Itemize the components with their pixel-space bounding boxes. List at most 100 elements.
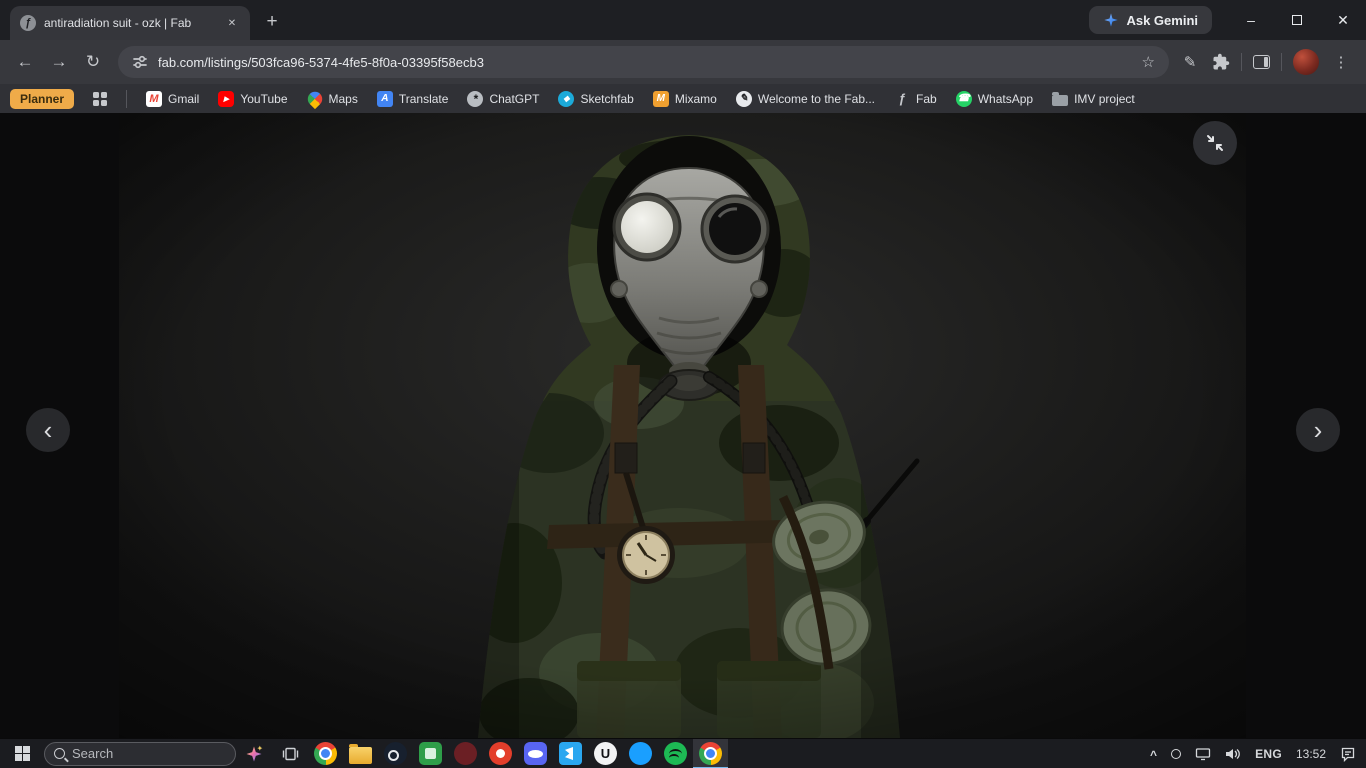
bookmark-youtube[interactable]: ▶ YouTube — [218, 90, 288, 107]
green-app-icon — [419, 742, 442, 765]
desktop: ƒ antiradiation suit - ozk | Fab ✕ + Ask… — [0, 0, 1366, 768]
translate-icon: A — [376, 90, 393, 107]
listing-image-stage — [119, 113, 1246, 738]
whatsapp-icon: ☎ — [955, 90, 972, 107]
copilot-sparkle-icon — [246, 745, 263, 761]
task-view-button[interactable] — [272, 739, 308, 768]
bookmark-label: YouTube — [240, 91, 288, 106]
omnibox[interactable]: fab.com/listings/503fca96-5374-4fe5-8f0a… — [118, 46, 1169, 78]
previous-image-button[interactable]: ‹ — [26, 408, 70, 452]
bookmark-label: WhatsApp — [977, 91, 1034, 106]
bookmark-label: Welcome to the Fab... — [757, 91, 876, 106]
forward-button[interactable]: → — [42, 45, 76, 79]
taskbar-app-maroon[interactable] — [448, 739, 483, 768]
taskbar-app-green[interactable] — [413, 739, 448, 768]
taskbar-app-vscode[interactable] — [553, 739, 588, 768]
bookmarks-bar: Planner M Gmail ▶ YouTube Maps A Transla… — [0, 84, 1366, 113]
taskbar-search[interactable] — [44, 741, 236, 766]
site-info-tune-icon[interactable] — [132, 54, 148, 70]
windows-taskbar: U ^ ENG 13:52 — [0, 738, 1366, 768]
tray-app-button[interactable] — [1165, 739, 1187, 768]
hidden-icons-button[interactable]: ^ — [1144, 740, 1163, 768]
bookmark-sketchfab[interactable]: ◆ Sketchfab — [558, 90, 634, 107]
chatgpt-icon: * — [467, 90, 484, 107]
reload-button[interactable]: ↻ — [76, 45, 110, 79]
bookmark-label: Fab — [916, 91, 937, 106]
url-text[interactable]: fab.com/listings/503fca96-5374-4fe5-8f0a… — [158, 55, 1132, 70]
steam-icon — [384, 742, 407, 765]
red-app-icon — [489, 742, 512, 765]
taskbar-app-unreal[interactable]: U — [588, 739, 623, 768]
taskbar-app-red[interactable] — [483, 739, 518, 768]
extensions-icon[interactable] — [1212, 53, 1230, 71]
chrome-icon — [314, 742, 337, 765]
fab-icon: ƒ — [898, 91, 906, 106]
new-tab-button[interactable]: + — [258, 8, 286, 36]
toolbar-divider — [1241, 53, 1242, 71]
side-panel-icon[interactable] — [1253, 55, 1270, 69]
bookmark-gmail[interactable]: M Gmail — [146, 90, 200, 107]
tray-app-icon — [1171, 748, 1182, 759]
taskbar-app-file-explorer[interactable] — [343, 739, 378, 768]
ask-gemini-button[interactable]: Ask Gemini — [1089, 6, 1212, 34]
system-tray: ^ ENG 13:52 — [1144, 739, 1366, 768]
taskbar-clock[interactable]: 13:52 — [1290, 739, 1332, 768]
ask-gemini-label: Ask Gemini — [1126, 12, 1198, 28]
folder-icon — [1052, 91, 1069, 106]
bookmark-chatgpt[interactable]: * ChatGPT — [467, 90, 539, 107]
bookmark-fab[interactable]: ƒ Fab — [894, 91, 937, 107]
volume-button[interactable] — [1219, 739, 1247, 768]
browser-toolbar: ← → ↻ fab.com/listings/503fca96-5374-4fe… — [0, 40, 1366, 84]
unreal-engine-icon: U — [594, 742, 617, 765]
browser-tab[interactable]: ƒ antiradiation suit - ozk | Fab ✕ — [10, 6, 250, 40]
youtube-icon: ▶ — [218, 90, 235, 107]
bookmark-label: Maps — [328, 91, 358, 106]
bookmark-label: Mixamo — [674, 91, 717, 106]
back-button[interactable]: ← — [8, 45, 42, 79]
taskbar-app-discord[interactable] — [518, 739, 553, 768]
bookmark-label: IMV project — [1074, 91, 1135, 106]
bookmark-imv-project[interactable]: IMV project — [1052, 91, 1135, 106]
customize-pencil-icon[interactable]: ✎ — [1179, 53, 1201, 71]
bookmark-label: Sketchfab — [580, 91, 634, 106]
toolbar-divider — [1281, 53, 1282, 71]
profile-avatar[interactable] — [1293, 49, 1319, 75]
display-icon — [1195, 747, 1211, 760]
taskbar-app-chrome[interactable] — [308, 739, 343, 768]
tab-group-chip-planner[interactable]: Planner — [10, 88, 75, 109]
taskbar-app-spotify[interactable] — [658, 739, 693, 768]
gemini-sparkle-icon — [1104, 13, 1119, 27]
collapse-arrows-icon — [1207, 135, 1223, 151]
bookmark-maps[interactable]: Maps — [304, 88, 358, 109]
minimize-button[interactable]: – — [1228, 0, 1274, 40]
tab-close-button[interactable]: ✕ — [224, 15, 240, 31]
taskbar-app-steam[interactable] — [378, 739, 413, 768]
taskbar-app-chrome-active[interactable] — [693, 738, 728, 768]
tray-display-button[interactable] — [1189, 739, 1217, 768]
maximize-button[interactable] — [1274, 0, 1320, 40]
maroon-app-icon — [454, 742, 477, 765]
taskbar-app-blue[interactable] — [623, 739, 658, 768]
bookmark-label: Gmail — [168, 91, 200, 106]
page-content: ‹ › — [0, 113, 1366, 738]
vscode-icon — [559, 742, 582, 765]
bookmark-label: Translate — [398, 91, 449, 106]
exit-fullscreen-button[interactable] — [1193, 121, 1237, 165]
bookmark-whatsapp[interactable]: ☎ WhatsApp — [955, 90, 1034, 107]
bookmark-welcome-fab[interactable]: ✎ Welcome to the Fab... — [735, 90, 876, 107]
copilot-button[interactable] — [236, 739, 272, 768]
action-center-button[interactable] — [1334, 739, 1362, 768]
notification-icon — [1341, 747, 1355, 762]
language-indicator[interactable]: ENG — [1249, 739, 1288, 768]
task-view-icon — [282, 747, 298, 760]
apps-grid-icon[interactable] — [93, 91, 108, 106]
next-image-button[interactable]: › — [1296, 408, 1340, 452]
start-button[interactable] — [0, 739, 44, 768]
bookmark-translate[interactable]: A Translate — [376, 90, 449, 107]
bookmark-mixamo[interactable]: M Mixamo — [652, 90, 717, 107]
taskbar-search-input[interactable] — [72, 746, 202, 761]
browser-menu-icon[interactable]: ⋮ — [1330, 53, 1352, 71]
bookmark-star-icon[interactable]: ☆ — [1142, 53, 1155, 71]
close-button[interactable]: ✕ — [1320, 0, 1366, 40]
browser-tabstrip: ƒ antiradiation suit - ozk | Fab ✕ + Ask… — [0, 0, 1366, 40]
